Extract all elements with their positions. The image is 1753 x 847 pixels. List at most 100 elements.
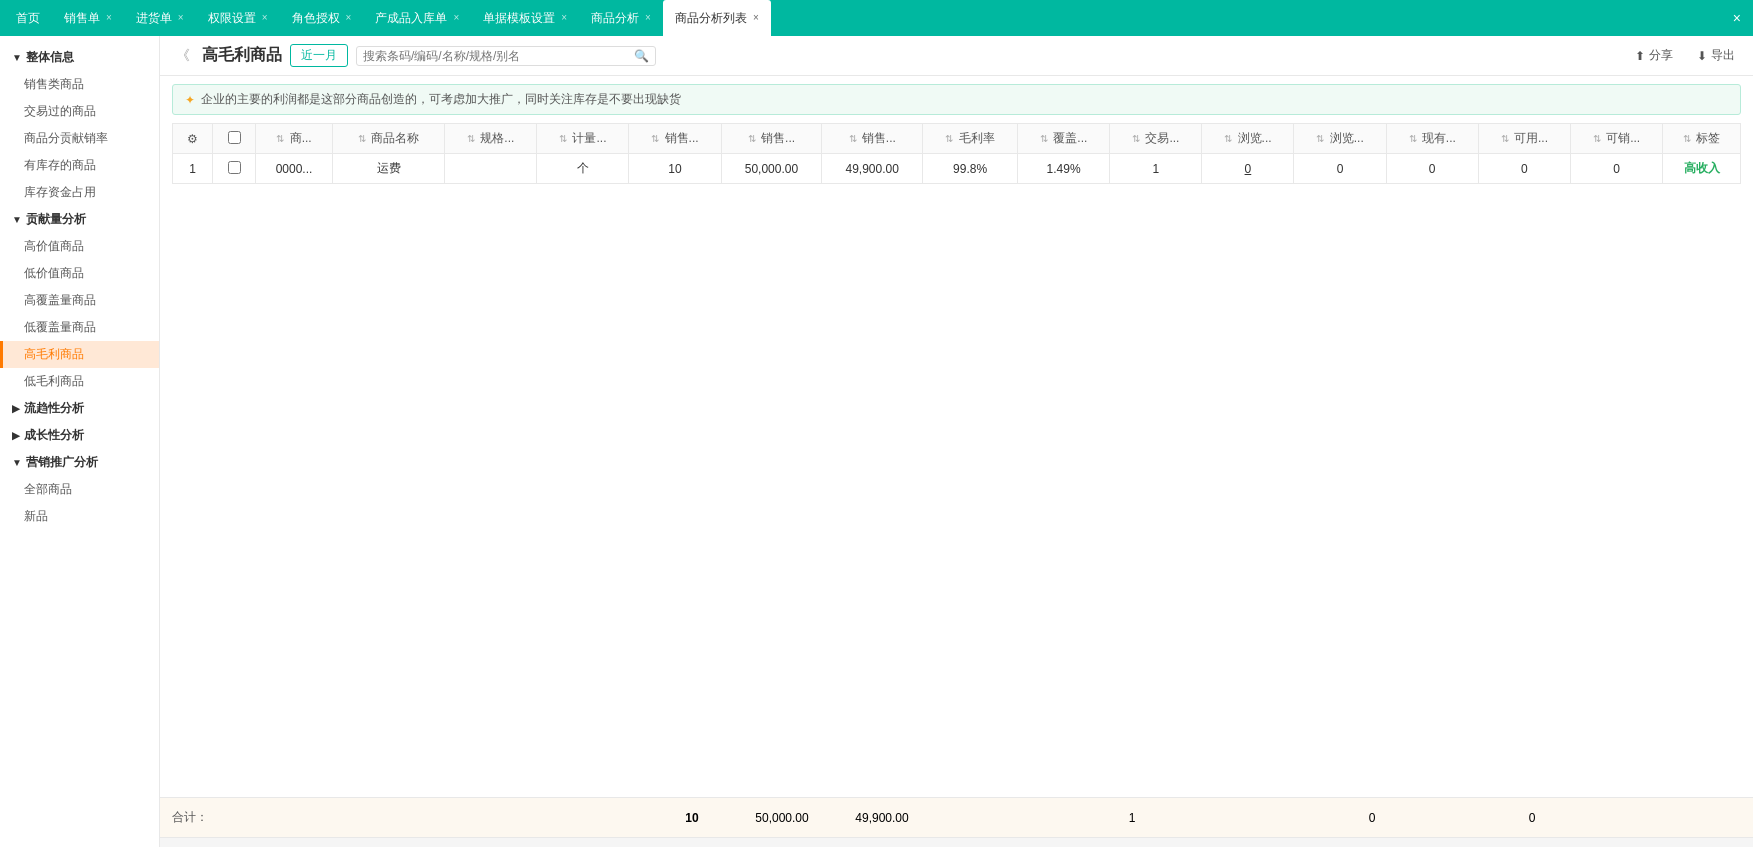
sidebar-item-high-coverage[interactable]: 高覆盖量商品 (0, 287, 159, 314)
close-permission-icon[interactable]: × (262, 0, 268, 36)
sidebar-item-sales-products[interactable]: 销售类商品 (0, 71, 159, 98)
sidebar: ▼ 整体信息 销售类商品 交易过的商品 商品分贡献销率 有库存的商品 库存资金占… (0, 36, 160, 847)
nav-product-analysis-list[interactable]: 商品分析列表 × (663, 0, 771, 36)
col-header-browse2[interactable]: ⇅ 浏览... (1294, 124, 1386, 154)
sort-icon-stock-sale: ⇅ (1593, 133, 1601, 144)
search-input[interactable] (363, 49, 630, 63)
arrow-down-icon: ▼ (12, 52, 22, 63)
nav-permission-settings[interactable]: 权限设置 × (196, 0, 280, 36)
horizontal-scrollbar[interactable] (160, 837, 1753, 847)
sort-icon-spec: ⇅ (467, 133, 475, 144)
header-actions: ⬆ 分享 ⬇ 导出 (1629, 44, 1741, 67)
share-icon: ⬆ (1635, 49, 1645, 63)
cell-stock-avail: 0 (1478, 154, 1570, 184)
table-wrapper[interactable]: ⚙ ⇅ 商... ⇅ 商品名称 (160, 123, 1753, 797)
sidebar-item-high-gross[interactable]: 高毛利商品 (0, 341, 159, 368)
footer-stock-cur: 0 (1332, 811, 1412, 825)
col-header-code[interactable]: ⇅ 商... (256, 124, 333, 154)
sidebar-item-high-value[interactable]: 高价值商品 (0, 233, 159, 260)
sort-icon-stock-cur: ⇅ (1409, 133, 1417, 144)
col-header-stock-sale[interactable]: ⇅ 可销... (1570, 124, 1662, 154)
col-header-tag[interactable]: ⇅ 标签 (1663, 124, 1741, 154)
sidebar-item-contribution-rate[interactable]: 商品分贡献销率 (0, 125, 159, 152)
nav-template-settings[interactable]: 单据模板设置 × (471, 0, 579, 36)
arrow-right-icon-2: ▶ (12, 430, 20, 441)
col-header-name[interactable]: ⇅ 商品名称 (332, 124, 444, 154)
col-header-sales-qty[interactable]: ⇅ 销售... (629, 124, 721, 154)
col-header-sales-cost[interactable]: ⇅ 销售... (822, 124, 923, 154)
col-header-stock-avail[interactable]: ⇅ 可用... (1478, 124, 1570, 154)
close-template-settings-icon[interactable]: × (561, 0, 567, 36)
cell-gross-rate: 99.8% (923, 154, 1018, 184)
sidebar-item-low-value[interactable]: 低价值商品 (0, 260, 159, 287)
period-button[interactable]: 近一月 (290, 44, 348, 67)
row-checkbox[interactable] (228, 161, 241, 174)
sort-icon: ⇅ (276, 133, 284, 144)
cell-code: 0000... (256, 154, 333, 184)
cell-coverage: 1.49% (1018, 154, 1110, 184)
export-button[interactable]: ⬇ 导出 (1691, 44, 1741, 67)
cell-trade: 1 (1110, 154, 1202, 184)
sidebar-item-low-coverage[interactable]: 低覆盖量商品 (0, 314, 159, 341)
close-product-inbound-icon[interactable]: × (453, 0, 459, 36)
sort-icon-gross: ⇅ (945, 133, 953, 144)
sidebar-group-growth[interactable]: ▶ 成长性分析 (0, 422, 159, 449)
col-header-sales-amt[interactable]: ⇅ 销售... (721, 124, 822, 154)
col-header-gross-rate[interactable]: ⇅ 毛利率 (923, 124, 1018, 154)
col-header-spec[interactable]: ⇅ 规格... (445, 124, 537, 154)
cell-browse1[interactable]: 0 (1202, 154, 1294, 184)
sort-icon-cost: ⇅ (849, 133, 857, 144)
cell-stock-sale: 0 (1570, 154, 1662, 184)
close-purchase-order-icon[interactable]: × (178, 0, 184, 36)
select-all-checkbox[interactable] (228, 131, 241, 144)
sort-icon-amt: ⇅ (748, 133, 756, 144)
sidebar-item-stocked-products[interactable]: 有库存的商品 (0, 152, 159, 179)
sidebar-item-inventory-capital[interactable]: 库存资金占用 (0, 179, 159, 206)
search-icon[interactable]: 🔍 (634, 49, 649, 63)
nav-product-analysis[interactable]: 商品分析 × (579, 0, 663, 36)
info-banner: ✦ 企业的主要的利润都是这部分商品创造的，可考虑加大推广，同时关注库存是不要出现… (172, 84, 1741, 115)
col-header-browse1[interactable]: ⇅ 浏览... (1202, 124, 1294, 154)
cell-sales-qty: 10 (629, 154, 721, 184)
sidebar-group-trend[interactable]: ▶ 流趋性分析 (0, 395, 159, 422)
nav-role-auth[interactable]: 角色授权 × (280, 0, 364, 36)
total-label: 合计： (172, 809, 252, 826)
nav-purchase-order[interactable]: 进货单 × (124, 0, 196, 36)
sidebar-group-contribution[interactable]: ▼ 贡献量分析 (0, 206, 159, 233)
col-header-unit[interactable]: ⇅ 计量... (537, 124, 629, 154)
footer-sales-qty: 10 (652, 811, 732, 825)
sidebar-group-overall[interactable]: ▼ 整体信息 (0, 44, 159, 71)
share-button[interactable]: ⬆ 分享 (1629, 44, 1679, 67)
sort-icon-browse1: ⇅ (1224, 133, 1232, 144)
close-product-analysis-list-icon[interactable]: × (753, 0, 759, 36)
close-role-auth-icon[interactable]: × (346, 0, 352, 36)
collapse-sidebar-button[interactable]: 《 (172, 45, 194, 67)
cell-check[interactable] (213, 154, 256, 184)
close-sales-order-icon[interactable]: × (106, 0, 112, 36)
main-layout: ▼ 整体信息 销售类商品 交易过的商品 商品分贡献销率 有库存的商品 库存资金占… (0, 36, 1753, 847)
sidebar-item-traded-products[interactable]: 交易过的商品 (0, 98, 159, 125)
nav-sales-order[interactable]: 销售单 × (52, 0, 124, 36)
sidebar-item-low-gross[interactable]: 低毛利商品 (0, 368, 159, 395)
data-table: ⚙ ⇅ 商... ⇅ 商品名称 (172, 123, 1741, 184)
sidebar-group-marketing[interactable]: ▼ 营销推广分析 (0, 449, 159, 476)
col-header-stock-cur[interactable]: ⇅ 现有... (1386, 124, 1478, 154)
col-header-check[interactable] (213, 124, 256, 154)
arrow-down-icon-2: ▼ (12, 214, 22, 225)
close-all-button[interactable]: × (1725, 10, 1749, 26)
cell-spec (445, 154, 537, 184)
close-product-analysis-icon[interactable]: × (645, 0, 651, 36)
cell-sales-cost: 49,900.00 (822, 154, 923, 184)
sort-icon-trade: ⇅ (1132, 133, 1140, 144)
cell-no: 1 (173, 154, 213, 184)
table-body: 1 0000... 运费 个 10 50,000.00 49,900.00 99… (173, 154, 1741, 184)
col-header-no[interactable]: ⚙ (173, 124, 213, 154)
col-header-coverage[interactable]: ⇅ 覆盖... (1018, 124, 1110, 154)
sidebar-item-new-products[interactable]: 新品 (0, 503, 159, 530)
sort-icon-name: ⇅ (358, 133, 366, 144)
nav-home[interactable]: 首页 (4, 0, 52, 36)
col-header-trade[interactable]: ⇅ 交易... (1110, 124, 1202, 154)
sidebar-item-all-products[interactable]: 全部商品 (0, 476, 159, 503)
nav-product-inbound[interactable]: 产成品入库单 × (363, 0, 471, 36)
sort-icon-browse2: ⇅ (1316, 133, 1324, 144)
